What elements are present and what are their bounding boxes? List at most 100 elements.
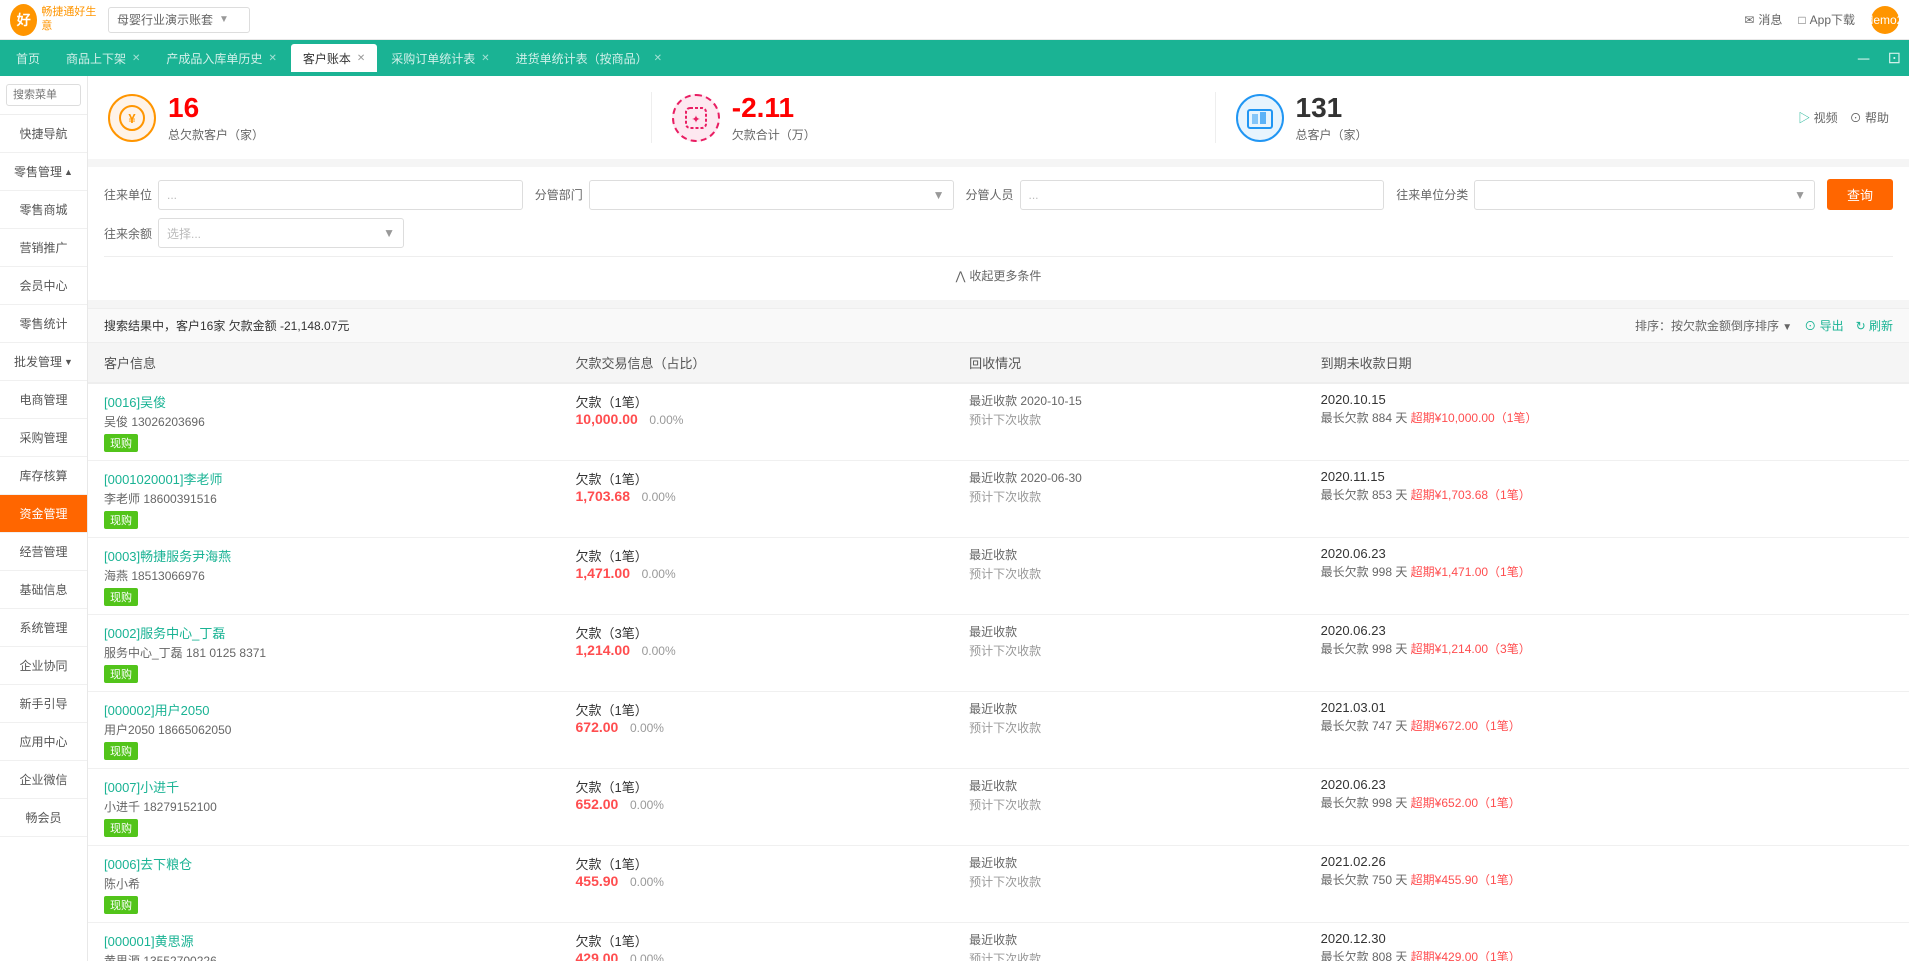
sidebar-search-area — [0, 76, 87, 115]
tab-close-icon[interactable]: ✕ — [654, 53, 662, 64]
customer-name-link[interactable]: [0003]畅捷服务尹海燕 — [104, 546, 544, 565]
sidebar-item-vip-member[interactable]: 畅会员 — [0, 799, 87, 837]
sort-label[interactable]: 排序：按欠款金额倒序排序 ▼ — [1635, 317, 1792, 334]
sidebar-item-enterprise-wechat[interactable]: 企业微信 — [0, 761, 87, 799]
overdue-amount[interactable]: 超期¥455.90（1笔） — [1411, 873, 1521, 887]
sidebar-item-retail-stat[interactable]: 零售统计 — [0, 305, 87, 343]
customer-name-link[interactable]: [0007]小进千 — [104, 777, 544, 796]
customer-name-link[interactable]: [000001]黄思源 — [104, 931, 544, 950]
tab-purchase-order[interactable]: 采购订单统计表 ✕ — [379, 44, 501, 72]
customer-name-link[interactable]: [0006]去下粮仓 — [104, 854, 544, 873]
sidebar-item-operations[interactable]: 经营管理 — [0, 533, 87, 571]
user-avatar[interactable]: demo2 — [1871, 6, 1899, 34]
tab-close-icon[interactable]: ✕ — [357, 53, 365, 64]
dept-select[interactable]: ▼ — [589, 180, 954, 210]
refresh-btn[interactable]: ↻ 刷新 — [1856, 317, 1893, 334]
cell-customer-info: [000001]黄思源 黄思源 13552700226 现购 — [88, 923, 560, 961]
help-icon: ⊙ — [1850, 111, 1862, 125]
filter-balance: 往来余额 选择... ▼ — [104, 218, 404, 248]
overdue-amount[interactable]: 超期¥1,471.00（1笔） — [1411, 565, 1531, 579]
debt-amount[interactable]: 1,214.00 — [576, 642, 631, 658]
cell-debt-info: 欠款（1笔） 652.00 0.00% — [560, 769, 954, 846]
cell-debt-info: 欠款（1笔） 10,000.00 0.00% — [560, 383, 954, 461]
debt-amount[interactable]: 455.90 — [576, 873, 619, 889]
overdue-amount[interactable]: 超期¥652.00（1笔） — [1411, 796, 1521, 810]
overdue-days: 最长欠款 998 天 超期¥1,214.00（3笔） — [1321, 640, 1893, 657]
query-button[interactable]: 查询 — [1827, 179, 1893, 210]
stats-bar: ¥ 16 总欠款客户（家） ✦ -2.11 欠款合计（万） — [88, 76, 1909, 159]
sidebar-item-app-center[interactable]: 应用中心 — [0, 723, 87, 761]
debt-amount[interactable]: 1,471.00 — [576, 565, 631, 581]
sidebar-item-basic-info[interactable]: 基础信息 — [0, 571, 87, 609]
debt-amount[interactable]: 429.00 — [576, 950, 619, 961]
chevron-down-icon: ▼ — [383, 226, 395, 240]
next-collect: 预计下次收款 — [969, 873, 1289, 890]
customer-name-link[interactable]: [0002]服务中心_丁磊 — [104, 623, 544, 642]
debt-count: 欠款（3笔） — [576, 623, 938, 642]
sidebar-item-retail-mgmt[interactable]: 零售管理 ▲ — [0, 153, 87, 191]
stat-debt-icon: ✦ — [672, 94, 720, 142]
tab-expand-btn[interactable]: ⊡ — [1884, 48, 1905, 68]
filter-dept: 分管部门 ▼ — [535, 180, 954, 210]
system-selector[interactable]: 母婴行业演示账套 ▼ — [108, 7, 250, 33]
unit-category-select[interactable]: ▼ — [1474, 180, 1815, 210]
app-download-btn[interactable]: □ App下载 — [1798, 11, 1855, 28]
tab-close-icon[interactable]: ✕ — [132, 53, 140, 64]
sidebar-item-inventory[interactable]: 库存核算 — [0, 457, 87, 495]
debt-count: 欠款（1笔） — [576, 392, 938, 411]
sidebar-item-system[interactable]: 系统管理 — [0, 609, 87, 647]
customer-name-link[interactable]: [0001020001]李老师 — [104, 469, 544, 488]
filter-area: 往来单位 ... 分管部门 ▼ 分管人员 ... — [88, 167, 1909, 300]
tab-purchase-stat[interactable]: 进货单统计表（按商品） ✕ — [504, 44, 674, 72]
cell-due-date: 2020.11.15 最长欠款 853 天 超期¥1,703.68（1笔） — [1305, 461, 1909, 538]
debt-amount[interactable]: 1,703.68 — [576, 488, 631, 504]
stat-debtors-number: 16 — [168, 92, 264, 124]
sidebar-item-ecommerce[interactable]: 电商管理 — [0, 381, 87, 419]
debt-amount[interactable]: 10,000.00 — [576, 411, 638, 427]
sidebar-item-enterprise-coop[interactable]: 企业协同 — [0, 647, 87, 685]
export-btn[interactable]: ⊙ 导出 — [1804, 317, 1843, 334]
tab-close-icon[interactable]: ✕ — [481, 53, 489, 64]
tab-customer-account[interactable]: 客户账本 ✕ — [291, 44, 377, 72]
tab-production-history[interactable]: 产成品入库单历史 ✕ — [154, 44, 288, 72]
debt-amount[interactable]: 672.00 — [576, 719, 619, 735]
customer-name-link[interactable]: [0016]吴俊 — [104, 392, 544, 411]
tab-minimize-btn[interactable]: － — [1852, 46, 1876, 70]
cell-due-date: 2020.12.30 最长欠款 808 天 超期¥429.00（1笔） — [1305, 923, 1909, 961]
sidebar-item-beginner[interactable]: 新手引导 — [0, 685, 87, 723]
overdue-amount[interactable]: 超期¥1,703.68（1笔） — [1411, 488, 1531, 502]
next-collect: 预计下次收款 — [969, 950, 1289, 961]
message-btn[interactable]: ✉ 消息 — [1744, 11, 1782, 28]
cell-collect-info: 最近收款 2020-06-30 预计下次收款 — [953, 461, 1305, 538]
debt-ratio: 0.00% — [642, 567, 676, 581]
sidebar-item-quick-nav[interactable]: 快捷导航 — [0, 115, 87, 153]
sidebar-item-retail-store[interactable]: 零售商城 — [0, 191, 87, 229]
debt-count: 欠款（1笔） — [576, 546, 938, 565]
manager-input[interactable]: ... — [1020, 180, 1385, 210]
sidebar-item-capital[interactable]: 资金管理 — [0, 495, 87, 533]
table-container: 客户信息 欠款交易信息（占比） 回收情况 到期未收款日期 [0016]吴俊 吴俊… — [88, 343, 1909, 961]
overdue-amount[interactable]: 超期¥10,000.00（1笔） — [1411, 411, 1538, 425]
overdue-amount[interactable]: 超期¥672.00（1笔） — [1411, 719, 1521, 733]
sidebar-item-purchase-mgmt[interactable]: 采购管理 — [0, 419, 87, 457]
tab-close-icon[interactable]: ✕ — [268, 53, 276, 64]
sidebar-item-marketing[interactable]: 营销推广 — [0, 229, 87, 267]
search-input[interactable] — [6, 84, 81, 106]
tab-home[interactable]: 首页 — [4, 44, 52, 72]
help-btn[interactable]: ⊙ 帮助 — [1850, 109, 1889, 126]
debt-amount[interactable]: 652.00 — [576, 796, 619, 812]
sidebar-item-batch-mgmt[interactable]: 批发管理 ▼ — [0, 343, 87, 381]
sidebar-item-member-center[interactable]: 会员中心 — [0, 267, 87, 305]
view-btn[interactable]: ▷ 视频 — [1798, 109, 1837, 126]
cell-due-date: 2020.06.23 最长欠款 998 天 超期¥1,214.00（3笔） — [1305, 615, 1909, 692]
overdue-amount[interactable]: 超期¥1,214.00（3笔） — [1411, 642, 1531, 656]
collapse-btn[interactable]: ⋀ 收起更多条件 — [104, 263, 1893, 288]
from-unit-input[interactable]: ... — [158, 180, 523, 210]
tab-product-toggle[interactable]: 商品上下架 ✕ — [54, 44, 152, 72]
from-unit-label: 往来单位 — [104, 186, 152, 203]
balance-select[interactable]: 选择... ▼ — [158, 218, 404, 248]
overdue-amount[interactable]: 超期¥429.00（1笔） — [1411, 950, 1521, 961]
chevron-down-icon: ▼ — [1794, 188, 1806, 202]
chevron-icon: ▲ — [64, 167, 73, 177]
customer-name-link[interactable]: [000002]用户2050 — [104, 700, 544, 719]
